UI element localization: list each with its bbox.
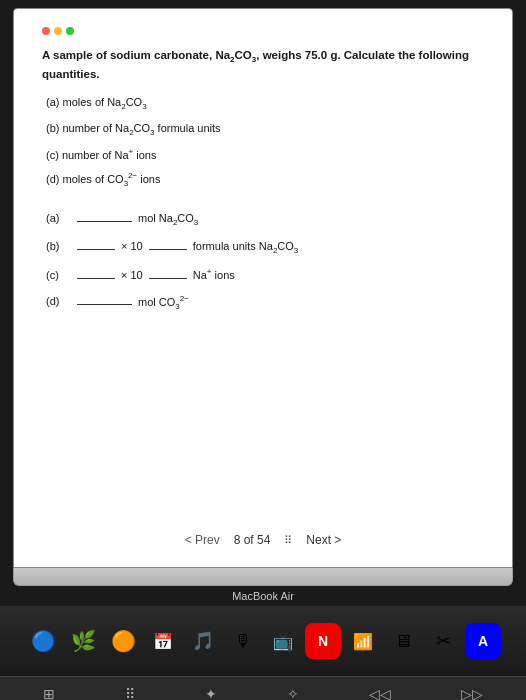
key-f5-icon: ✦ bbox=[205, 686, 217, 700]
key-f5[interactable]: ✦ F5 bbox=[205, 686, 217, 700]
macbook-label: MacBook Air bbox=[0, 586, 526, 606]
dock-item-launchpad[interactable]: 🟠 bbox=[105, 623, 141, 659]
dock-item-finder[interactable]: 🔵 bbox=[25, 623, 61, 659]
key-f3-icon: ⊞ bbox=[43, 686, 55, 700]
answer-row-a: (a) mol Na2CO3 bbox=[46, 210, 484, 230]
answer-row-d: (d) mol CO32− bbox=[46, 293, 484, 314]
multiplier-c: × 10 bbox=[121, 267, 143, 285]
sub-question-d: (d) moles of CO32− ions bbox=[46, 170, 484, 191]
next-button[interactable]: Next > bbox=[306, 533, 341, 547]
label-d: (d) bbox=[46, 293, 74, 311]
page-info: 8 of 54 bbox=[234, 533, 271, 547]
key-f6-icon: ✧ bbox=[287, 686, 299, 700]
dock-item-calendar[interactable]: 📅 bbox=[145, 623, 181, 659]
unit-d: mol CO32− bbox=[135, 293, 189, 314]
dock-item-tv[interactable]: 📺 bbox=[265, 623, 301, 659]
key-f8[interactable]: ▷▷ F8 bbox=[461, 686, 483, 700]
dock-item-safari[interactable]: 🌿 bbox=[65, 623, 101, 659]
dock-item-signal[interactable]: 📶 bbox=[345, 623, 381, 659]
blank-a[interactable] bbox=[77, 221, 132, 222]
key-f7[interactable]: ◁◁ F7 bbox=[369, 686, 391, 700]
dock-item-scissors[interactable]: ✂ bbox=[425, 623, 461, 659]
dock-item-podcast[interactable]: 🎙 bbox=[225, 623, 261, 659]
dock-item-music[interactable]: 🎵 bbox=[185, 623, 221, 659]
nav-bar: < Prev 8 of 54 ⠿ Next > bbox=[42, 523, 484, 553]
key-f8-icon: ▷▷ bbox=[461, 686, 483, 700]
key-f3[interactable]: ⊞ F3 bbox=[43, 686, 55, 700]
question-area: A sample of sodium carbonate, Na2CO3, we… bbox=[42, 47, 484, 523]
main-question: A sample of sodium carbonate, Na2CO3, we… bbox=[42, 47, 484, 84]
dock: 🔵 🌿 🟠 📅 🎵 🎙 📺 N 📶 🖥 ✂ A bbox=[0, 606, 526, 676]
label-a: (a) bbox=[46, 210, 74, 228]
dock-item-news[interactable]: N bbox=[305, 623, 341, 659]
multiplier-b: × 10 bbox=[121, 238, 143, 256]
dot-yellow[interactable] bbox=[54, 27, 62, 35]
key-f7-icon: ◁◁ bbox=[369, 686, 391, 700]
unit-b: formula units Na2CO3 bbox=[190, 238, 299, 258]
dock-item-monitor[interactable]: 🖥 bbox=[385, 623, 421, 659]
unit-a: mol Na2CO3 bbox=[135, 210, 198, 230]
dot-red[interactable] bbox=[42, 27, 50, 35]
answer-row-b: (b) × 10 formula units Na2CO3 bbox=[46, 238, 484, 258]
macbook-chin bbox=[13, 568, 513, 586]
key-f4-icon: ⠿ bbox=[125, 686, 135, 700]
dot-green[interactable] bbox=[66, 27, 74, 35]
dock-item-accessibility[interactable]: A bbox=[465, 623, 501, 659]
unit-c: Na+ ions bbox=[190, 266, 235, 284]
prev-button[interactable]: < Prev bbox=[185, 533, 220, 547]
blank-b1[interactable] bbox=[77, 249, 115, 250]
top-bar bbox=[42, 27, 484, 35]
sub-question-b: (b) number of Na2CO3 formula units bbox=[46, 120, 484, 140]
keyboard-row: ⊞ F3 ⠿ F4 ✦ F5 ✧ F6 ◁◁ F7 ▷▷ F8 bbox=[0, 676, 526, 700]
browser-content: A sample of sodium carbonate, Na2CO3, we… bbox=[14, 9, 512, 567]
sub-question-c: (c) number of Na+ ions bbox=[46, 146, 484, 164]
label-c: (c) bbox=[46, 267, 74, 285]
blank-c1[interactable] bbox=[77, 278, 115, 279]
screen: A sample of sodium carbonate, Na2CO3, we… bbox=[13, 8, 513, 568]
grid-icon[interactable]: ⠿ bbox=[284, 534, 292, 547]
blank-c2[interactable] bbox=[149, 278, 187, 279]
blank-d[interactable] bbox=[77, 304, 132, 305]
sub-question-a: (a) moles of Na2CO3 bbox=[46, 94, 484, 114]
key-f4[interactable]: ⠿ F4 bbox=[125, 686, 135, 700]
key-f6[interactable]: ✧ F6 bbox=[287, 686, 299, 700]
answer-row-c: (c) × 10 Na+ ions bbox=[46, 266, 484, 284]
blank-b2[interactable] bbox=[149, 249, 187, 250]
label-b: (b) bbox=[46, 238, 74, 256]
